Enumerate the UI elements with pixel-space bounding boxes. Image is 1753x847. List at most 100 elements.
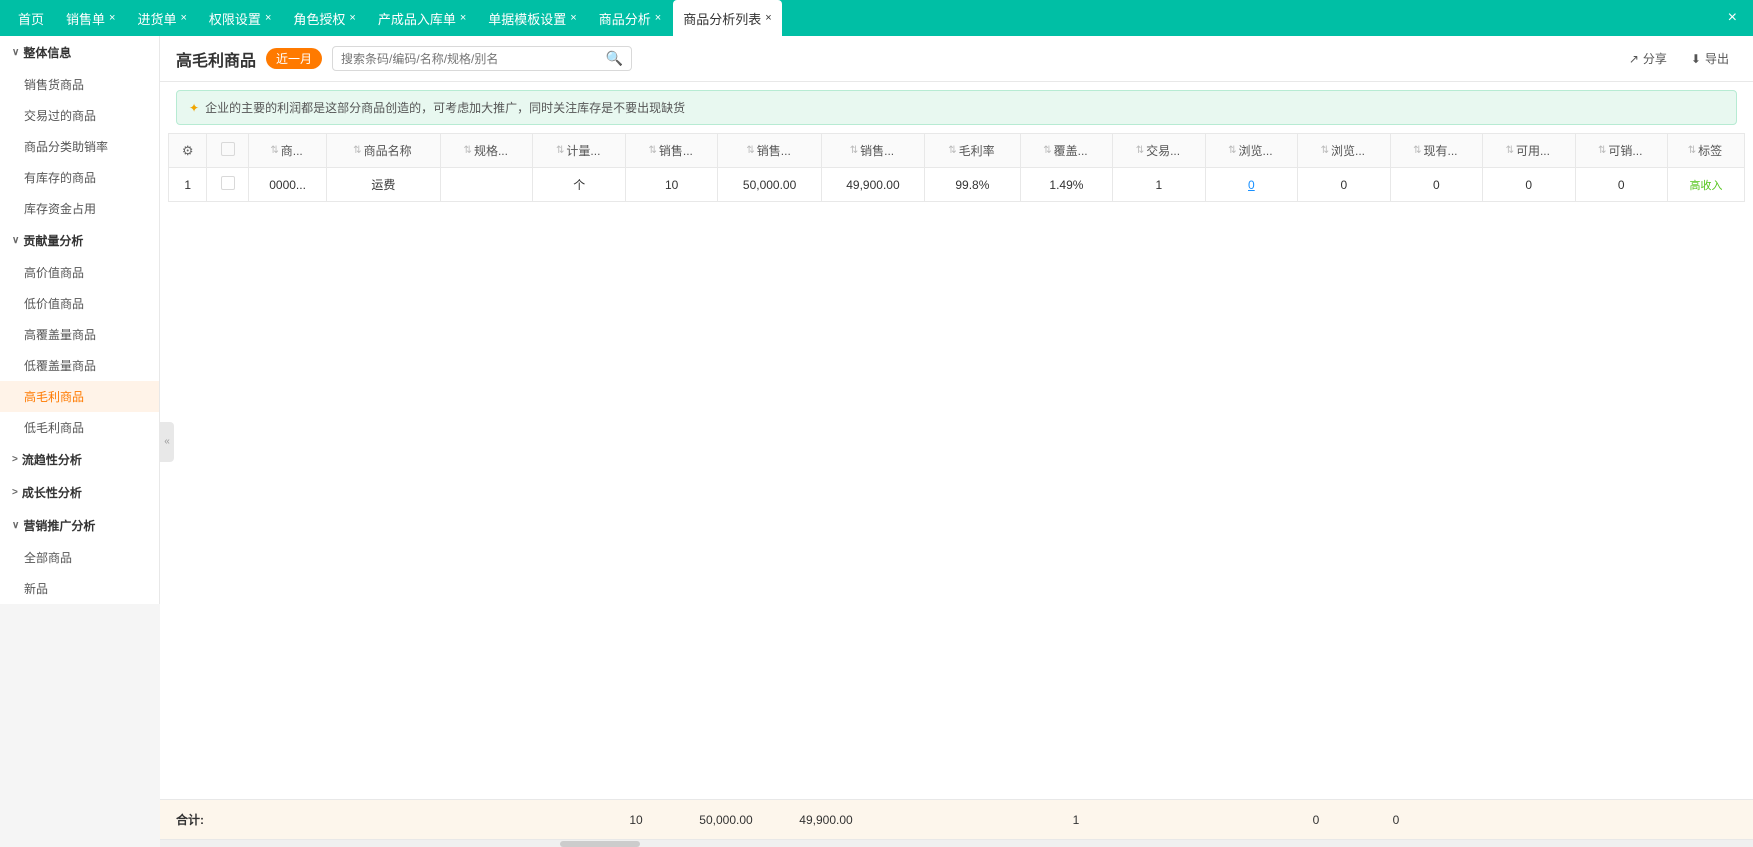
row-select-checkbox[interactable] [221,176,235,190]
sidebar-item-商品分类助销率[interactable]: 商品分类助销率 [0,131,159,162]
nav-close-icon[interactable]: × [109,12,115,24]
select-all-checkbox[interactable] [221,142,235,156]
data-table: ⚙⇅商...⇅商品名称⇅规格...⇅计量...⇅销售...⇅销售...⇅销售..… [168,133,1745,202]
col-header-coverage[interactable]: ⇅覆盖... [1020,134,1112,168]
nav-item-销售单[interactable]: 销售单× [56,0,125,36]
nav-close-icon[interactable]: × [765,12,771,24]
browse2: 0 [1298,168,1390,202]
content-header: 高毛利商品 近一月 🔍 ↗ 分享 ⬇ 导出 [160,36,1753,82]
sidebar-section-流趋性分析[interactable]: >流趋性分析 [0,443,159,476]
footer-total: 合计: 10 50,000.00 49,900.00 1 0 0 [160,799,1753,839]
sidebar-item-有库存的商品[interactable]: 有库存的商品 [0,162,159,193]
window-close-button[interactable]: × [1720,9,1745,27]
sidebar-item-低毛利商品[interactable]: 低毛利商品 [0,412,159,443]
col-label: 浏览... [1331,142,1365,159]
sort-left-icon[interactable]: ⇅ [353,145,361,156]
col-header-current[interactable]: ⇅现有... [1390,134,1482,168]
nav-close-icon[interactable]: × [349,12,355,24]
col-header-checkbox[interactable] [207,134,249,168]
sidebar-item-销售货商品[interactable]: 销售货商品 [0,69,159,100]
nav-item-商品分析[interactable]: 商品分析× [589,0,671,36]
nav-item-进货单[interactable]: 进货单× [127,0,196,36]
nav-item-角色授权[interactable]: 角色授权× [283,0,365,36]
nav-item-商品分析列表[interactable]: 商品分析列表× [673,0,781,36]
col-header-settings[interactable]: ⚙ [169,134,207,168]
col-header-tag[interactable]: ⇅标签 [1667,134,1744,168]
browse1: 0 [1205,168,1297,202]
sort-left-icon[interactable]: ⇅ [464,145,472,156]
sidebar-item-新品[interactable]: 新品 [0,573,159,604]
sort-left-icon[interactable]: ⇅ [1228,145,1236,156]
nav-item-首页[interactable]: 首页 [8,0,54,36]
section-label: 整体信息 [23,44,71,61]
sidebar-toggle-button[interactable]: « [160,422,174,462]
table-wrapper: ⚙⇅商...⇅商品名称⇅规格...⇅计量...⇅销售...⇅销售...⇅销售..… [160,133,1753,799]
col-header-sales_amount[interactable]: ⇅销售... [718,134,821,168]
col-label: 标签 [1698,142,1722,159]
nav-item-单据模板设置[interactable]: 单据模板设置× [478,0,586,36]
section-label: 成长性分析 [22,484,82,501]
transaction: 1 [1113,168,1205,202]
info-icon: ✦ [189,101,199,115]
sort-left-icon[interactable]: ⇅ [1321,145,1329,156]
col-header-sales_qty[interactable]: ⇅销售... [625,134,717,168]
sidebar-section-整体信息[interactable]: ∨整体信息 [0,36,159,69]
sidebar-section-贡献量分析[interactable]: ∨贡献量分析 [0,224,159,257]
sidebar-item-高覆盖量商品[interactable]: 高覆盖量商品 [0,319,159,350]
search-icon[interactable]: 🔍 [606,50,623,67]
sort-left-icon[interactable]: ⇅ [1043,145,1051,156]
sort-left-icon[interactable]: ⇅ [270,145,278,156]
sort-left-icon[interactable]: ⇅ [1136,145,1144,156]
export-button[interactable]: ⬇ 导出 [1683,46,1737,71]
sort-left-icon[interactable]: ⇅ [746,145,754,156]
nav-item-权限设置[interactable]: 权限设置× [199,0,281,36]
sort-left-icon[interactable]: ⇅ [1598,145,1606,156]
nav-close-icon[interactable]: × [180,12,186,24]
nav-close-icon[interactable]: × [265,12,271,24]
col-header-gross_margin[interactable]: ⇅毛利率 [925,134,1021,168]
nav-close-icon[interactable]: × [570,12,576,24]
nav-close-icon[interactable]: × [460,12,466,24]
share-button[interactable]: ↗ 分享 [1621,46,1675,71]
col-label: 现有... [1423,142,1457,159]
nav-close-icon[interactable]: × [655,12,661,24]
nav-item-产成品入库单[interactable]: 产成品入库单× [368,0,476,36]
sidebar-item-库存资金占用[interactable]: 库存资金占用 [0,193,159,224]
col-header-browse2[interactable]: ⇅浏览... [1298,134,1390,168]
col-header-code[interactable]: ⇅商... [249,134,326,168]
sort-left-icon[interactable]: ⇅ [948,145,956,156]
sidebar-item-低覆盖量商品[interactable]: 低覆盖量商品 [0,350,159,381]
col-header-available[interactable]: ⇅可用... [1483,134,1575,168]
scrollbar-thumb[interactable] [560,841,640,847]
search-input[interactable] [341,52,602,66]
sidebar-item-低价值商品[interactable]: 低价值商品 [0,288,159,319]
sort-left-icon[interactable]: ⇅ [1413,145,1421,156]
col-header-name[interactable]: ⇅商品名称 [326,134,440,168]
sidebar-section-成长性分析[interactable]: >成长性分析 [0,476,159,509]
sort-left-icon[interactable]: ⇅ [1688,145,1696,156]
col-header-unit[interactable]: ⇅计量... [533,134,625,168]
col-label: 销售... [659,142,693,159]
section-label: 贡献量分析 [23,232,83,249]
sort-left-icon[interactable]: ⇅ [556,145,564,156]
col-header-sales_cost[interactable]: ⇅销售... [821,134,924,168]
row-checkbox [207,168,249,202]
col-header-transaction[interactable]: ⇅交易... [1113,134,1205,168]
product-tag: 高收入 [1667,168,1744,202]
sidebar-item-全部商品[interactable]: 全部商品 [0,542,159,573]
sidebar-section-营销推广分析[interactable]: ∨营销推广分析 [0,509,159,542]
col-header-spec[interactable]: ⇅规格... [441,134,533,168]
settings-icon[interactable]: ⚙ [182,143,194,158]
sidebar-item-高毛利商品[interactable]: 高毛利商品 [0,381,159,412]
browse-link[interactable]: 0 [1248,178,1255,192]
horizontal-scrollbar[interactable] [160,839,1753,847]
sidebar-item-交易过的商品[interactable]: 交易过的商品 [0,100,159,131]
col-header-saleable[interactable]: ⇅可销... [1575,134,1667,168]
product-unit: 个 [533,168,625,202]
col-header-browse1[interactable]: ⇅浏览... [1205,134,1297,168]
sort-left-icon[interactable]: ⇅ [850,145,858,156]
sort-left-icon[interactable]: ⇅ [648,145,656,156]
sort-left-icon[interactable]: ⇅ [1506,145,1514,156]
filter-recent-month-button[interactable]: 近一月 [266,48,322,69]
sidebar-item-高价值商品[interactable]: 高价值商品 [0,257,159,288]
